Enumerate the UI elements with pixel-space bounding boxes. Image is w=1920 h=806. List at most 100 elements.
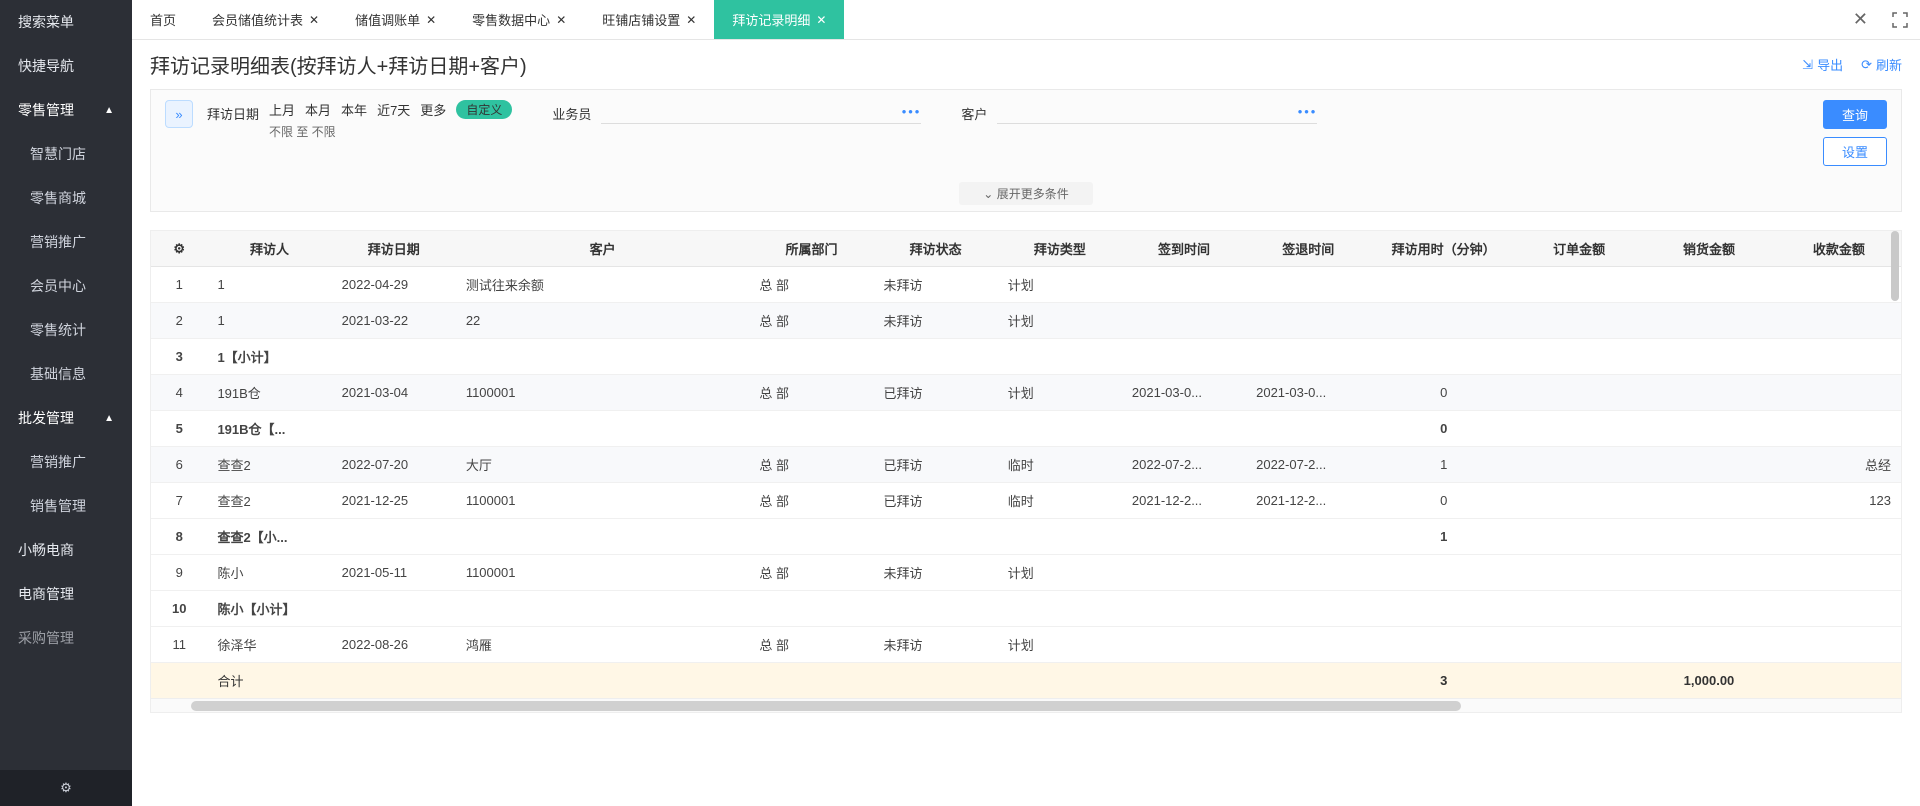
sidebar-item[interactable]: 会员中心 bbox=[0, 264, 132, 308]
sidebar-item[interactable]: 智慧门店 bbox=[0, 132, 132, 176]
more-icon[interactable]: ••• bbox=[902, 104, 922, 119]
sidebar-item[interactable]: 营销推广 bbox=[0, 220, 132, 264]
cell bbox=[1370, 339, 1517, 375]
cell bbox=[1777, 339, 1901, 375]
sidebar-item[interactable]: 零售统计 bbox=[0, 308, 132, 352]
col-dept[interactable]: 所属部门 bbox=[749, 231, 873, 267]
sidebar-item[interactable]: 营销推广 bbox=[0, 440, 132, 484]
sidebar-settings[interactable]: ⚙ bbox=[0, 770, 132, 806]
sidebar-item[interactable]: 零售商城 bbox=[0, 176, 132, 220]
settings-button[interactable]: 设置 bbox=[1823, 137, 1887, 166]
subtotal-row[interactable]: 31【小计】 bbox=[151, 339, 1901, 375]
col-duration[interactable]: 拜访用时（分钟） bbox=[1370, 231, 1517, 267]
cell bbox=[1122, 627, 1246, 663]
cell bbox=[749, 411, 873, 447]
tab-label: 旺铺店铺设置 bbox=[602, 10, 680, 29]
cell bbox=[1370, 303, 1517, 339]
cell bbox=[1517, 303, 1641, 339]
query-button[interactable]: 查询 bbox=[1823, 100, 1887, 129]
col-type[interactable]: 拜访类型 bbox=[998, 231, 1122, 267]
tab-item-active[interactable]: 拜访记录明细✕ bbox=[714, 0, 844, 39]
data-table: ⚙ 拜访人 拜访日期 客户 所属部门 拜访状态 拜访类型 签到时间 签退时间 拜… bbox=[150, 230, 1902, 713]
expand-more-button[interactable]: ⌄ 展开更多条件 bbox=[959, 182, 1092, 205]
date-opt[interactable]: 本年 bbox=[341, 100, 367, 119]
cell: 0 bbox=[1370, 411, 1517, 447]
horizontal-scrollbar[interactable] bbox=[151, 698, 1901, 712]
refresh-button[interactable]: ⟳刷新 bbox=[1861, 55, 1902, 74]
cell bbox=[1777, 627, 1901, 663]
date-opt[interactable]: 上月 bbox=[269, 100, 295, 119]
cell: 总 部 bbox=[749, 483, 873, 519]
sidebar-quicknav[interactable]: 快捷导航 bbox=[0, 44, 132, 88]
sidebar-section-wholesale[interactable]: 批发管理 ▲ bbox=[0, 396, 132, 440]
close-icon[interactable]: ✕ bbox=[426, 13, 436, 27]
fullscreen-icon[interactable] bbox=[1880, 12, 1920, 28]
table-row[interactable]: 11徐泽华2022-08-26鸿雁总 部未拜访计划 bbox=[151, 627, 1901, 663]
more-icon[interactable]: ••• bbox=[1298, 104, 1318, 119]
cell bbox=[1641, 267, 1776, 303]
subtotal-row[interactable]: 5191B仓【...0 bbox=[151, 411, 1901, 447]
table-row[interactable]: 6查查22022-07-20大厅总 部已拜访临时2022-07-2...2022… bbox=[151, 447, 1901, 483]
col-out[interactable]: 签退时间 bbox=[1246, 231, 1370, 267]
sidebar-search[interactable]: 搜索菜单 bbox=[0, 0, 132, 44]
tab-item[interactable]: 储值调账单✕ bbox=[337, 0, 454, 39]
cell bbox=[1777, 267, 1901, 303]
cell bbox=[1777, 555, 1901, 591]
cell bbox=[1122, 267, 1246, 303]
col-recv[interactable]: 收款金额 bbox=[1777, 231, 1901, 267]
sidebar-item[interactable]: 小畅电商 bbox=[0, 528, 132, 572]
subtotal-row[interactable]: 10陈小【小计】 bbox=[151, 591, 1901, 627]
gear-column[interactable]: ⚙ bbox=[151, 231, 207, 267]
cell bbox=[1517, 627, 1641, 663]
customer-picker[interactable]: ••• bbox=[997, 100, 1317, 124]
sidebar-item[interactable]: 销售管理 bbox=[0, 484, 132, 528]
col-sale[interactable]: 销货金额 bbox=[1641, 231, 1776, 267]
tab-home[interactable]: 首页 bbox=[132, 0, 194, 39]
sidebar-item[interactable]: 采购管理 bbox=[0, 616, 132, 660]
table-row[interactable]: 9陈小2021-05-111100001总 部未拜访计划 bbox=[151, 555, 1901, 591]
col-in[interactable]: 签到时间 bbox=[1122, 231, 1246, 267]
cell bbox=[1641, 627, 1776, 663]
close-icon[interactable]: ✕ bbox=[556, 13, 566, 27]
main: 首页 会员储值统计表✕ 储值调账单✕ 零售数据中心✕ 旺铺店铺设置 ✕ 拜访记录明… bbox=[132, 0, 1920, 806]
close-icon[interactable]: ✕ bbox=[816, 13, 826, 27]
cell bbox=[1370, 591, 1517, 627]
gear-icon: ⚙ bbox=[60, 780, 72, 795]
date-custom-pill[interactable]: 自定义 bbox=[456, 100, 512, 119]
tab-item[interactable]: 旺铺店铺设置 ✕ bbox=[584, 0, 714, 39]
date-opt[interactable]: 本月 bbox=[305, 100, 331, 119]
date-opt[interactable]: 更多 bbox=[420, 100, 446, 119]
table-row[interactable]: 4191B仓2021-03-041100001总 部已拜访计划2021-03-0… bbox=[151, 375, 1901, 411]
table-row[interactable]: 7查查22021-12-251100001总 部已拜访临时2021-12-2..… bbox=[151, 483, 1901, 519]
sidebar-item[interactable]: 电商管理 bbox=[0, 572, 132, 616]
col-date[interactable]: 拜访日期 bbox=[332, 231, 456, 267]
sidebar-item[interactable]: 基础信息 bbox=[0, 352, 132, 396]
close-icon[interactable]: ✕ bbox=[309, 13, 319, 27]
cell bbox=[332, 411, 456, 447]
table-row[interactable]: 112022-04-29测试往来余额总 部未拜访计划 bbox=[151, 267, 1901, 303]
tab-label: 首页 bbox=[150, 10, 176, 29]
date-opt[interactable]: 近7天 bbox=[377, 100, 410, 119]
collapse-filter-button[interactable]: » bbox=[165, 100, 193, 128]
gear-icon: ⚙ bbox=[173, 241, 185, 256]
tab-item[interactable]: 零售数据中心✕ bbox=[454, 0, 584, 39]
col-status[interactable]: 拜访状态 bbox=[874, 231, 998, 267]
sidebar-section-retail[interactable]: 零售管理 ▲ bbox=[0, 88, 132, 132]
col-order[interactable]: 订单金额 bbox=[1517, 231, 1641, 267]
cell bbox=[1517, 411, 1641, 447]
cell: 10 bbox=[151, 591, 207, 627]
col-person[interactable]: 拜访人 bbox=[207, 231, 331, 267]
col-customer[interactable]: 客户 bbox=[456, 231, 750, 267]
close-icon[interactable]: ✕ bbox=[686, 13, 696, 27]
salesperson-picker[interactable]: ••• bbox=[601, 100, 921, 124]
cell: 2021-03-0... bbox=[1246, 375, 1370, 411]
close-all-button[interactable]: ✕ bbox=[1841, 9, 1880, 30]
export-button[interactable]: ⇲导出 bbox=[1802, 55, 1843, 74]
tab-item[interactable]: 会员储值统计表✕ bbox=[194, 0, 337, 39]
vertical-scrollbar[interactable] bbox=[1891, 231, 1899, 301]
cell bbox=[874, 591, 998, 627]
cell bbox=[1122, 591, 1246, 627]
cell bbox=[1641, 339, 1776, 375]
subtotal-row[interactable]: 8查查2【小...1 bbox=[151, 519, 1901, 555]
table-row[interactable]: 212021-03-2222总 部未拜访计划 bbox=[151, 303, 1901, 339]
